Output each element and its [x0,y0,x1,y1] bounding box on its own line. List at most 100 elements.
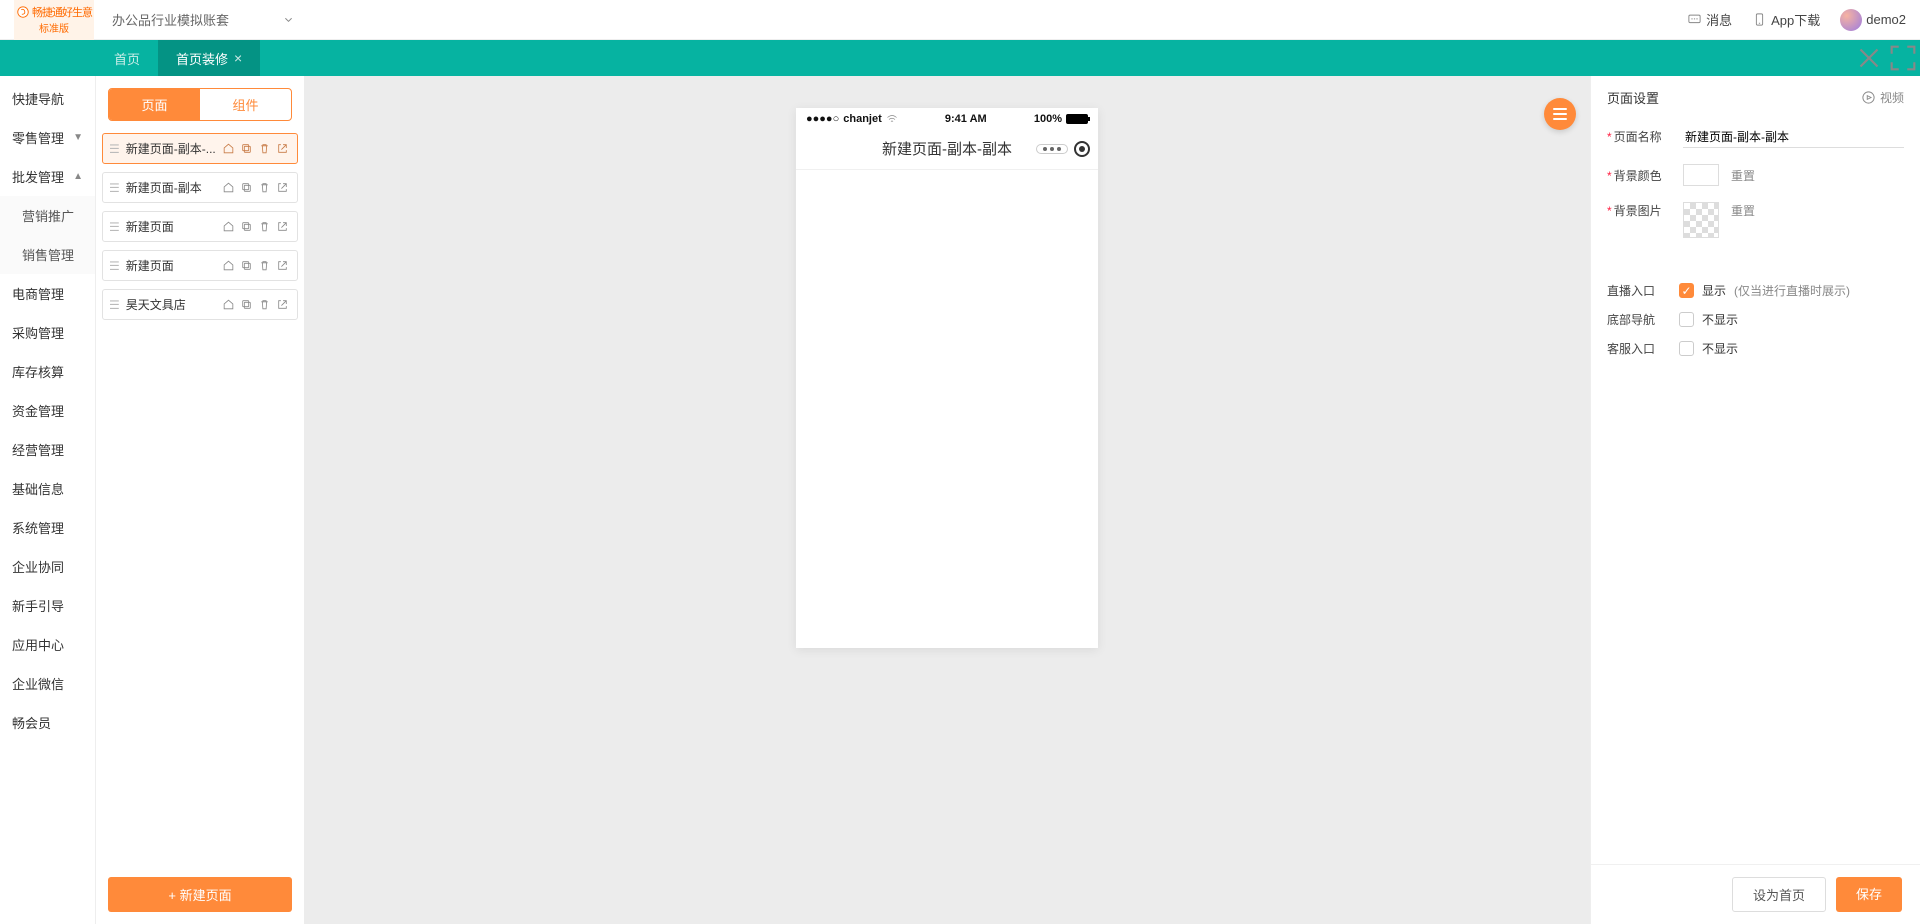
drag-handle-icon[interactable]: ☰ [109,181,120,195]
bgcolor-label: *背景颜色 [1607,167,1671,184]
nav-item[interactable]: 畅会员 [0,703,95,742]
video-link[interactable]: 视频 [1861,89,1904,106]
page-tab-component[interactable]: 组件 [200,89,291,120]
bottomnav-checkbox[interactable] [1679,312,1694,327]
bgimg-label: *背景图片 [1607,202,1671,219]
account-name: 办公品行业模拟账套 [112,10,229,29]
user-menu[interactable]: demo2 [1840,9,1906,31]
nav-item[interactable]: 快捷导航 [0,79,95,118]
new-page-button[interactable]: + 新建页面 [108,877,292,912]
drag-handle-icon[interactable]: ☰ [109,259,120,273]
bgimg-reset[interactable]: 重置 [1731,202,1755,219]
nav-item[interactable]: 销售管理 [0,235,95,274]
page-item-name: 新建页面 [126,218,216,235]
page-name-input[interactable] [1683,125,1904,148]
nav-item[interactable]: 应用中心 [0,625,95,664]
nav-item[interactable]: 经营管理 [0,430,95,469]
drag-handle-icon[interactable]: ☰ [109,220,120,234]
copy-icon[interactable] [240,259,253,272]
page-item-name: 新建页面-副本 [126,179,216,196]
live-label: 直播入口 [1607,282,1671,299]
close-icon[interactable]: × [234,50,242,66]
page-item-name: 新建页面 [126,257,216,274]
wifi-icon [886,113,898,125]
status-time: 9:41 AM [945,113,987,125]
delete-icon[interactable] [258,220,271,233]
copy-icon[interactable] [240,181,253,194]
page-item[interactable]: ☰ 新建页面-副本 [102,172,298,203]
delete-icon[interactable] [258,181,271,194]
nav-item[interactable]: 零售管理▼ [0,118,95,157]
nav-item[interactable]: 采购管理 [0,313,95,352]
signal-icon: ●●●●○ [806,113,839,125]
nav-item[interactable]: 电商管理 [0,274,95,313]
phone-icon [1752,12,1767,27]
copy-icon[interactable] [240,220,253,233]
page-item[interactable]: ☰ 新建页面 [102,211,298,242]
drag-handle-icon[interactable]: ☰ [109,142,120,156]
delete-icon[interactable] [258,298,271,311]
home-icon[interactable] [222,220,235,233]
save-button[interactable]: 保存 [1836,877,1902,912]
nav-item[interactable]: 企业协同 [0,547,95,586]
service-checkbox[interactable] [1679,341,1694,356]
copy-icon[interactable] [240,298,253,311]
logo-sub: 标准版 [39,20,69,35]
delete-icon[interactable] [258,259,271,272]
app-download-link[interactable]: App下载 [1752,10,1820,29]
page-item[interactable]: ☰ 新建页面 [102,250,298,281]
tab-home[interactable]: 首页 [96,40,158,76]
bgimg-picker[interactable] [1683,202,1719,238]
home-icon[interactable] [222,142,235,155]
tab-close-all[interactable] [1852,40,1886,76]
logo-icon [16,5,30,19]
page-tab-page[interactable]: 页面 [109,89,200,120]
nav-item[interactable]: 批发管理▲ [0,157,95,196]
home-icon[interactable] [222,298,235,311]
bgcolor-picker[interactable] [1683,164,1719,186]
nav-item[interactable]: 企业微信 [0,664,95,703]
tab-fullscreen[interactable] [1886,40,1920,76]
page-item-name: 昊天文具店 [126,296,216,313]
external-icon[interactable] [276,298,289,311]
top-links: 消息 App下载 demo2 [1687,9,1906,31]
external-icon[interactable] [276,259,289,272]
chevron-down-icon [281,12,296,27]
canvas-menu-fab[interactable] [1544,98,1576,130]
page-list: ☰新建页面-副本-... ☰ 新建页面-副本 ☰ 新建页面 ☰ 新建页面 ☰ 昊天文具店 [96,133,304,871]
work-area: 页面 组件 ☰新建页面-副本-... ☰ 新建页面-副本 ☰ 新建页面 ☰ 新建页面 … [96,76,1920,924]
set-home-button[interactable]: 设为首页 [1732,877,1826,912]
settings-panel: 页面设置 视频 *页面名称 *背景颜色 重置 *背景图片 重置 直播入口 ✓ 显… [1590,76,1920,924]
battery-icon [1066,114,1088,124]
external-icon[interactable] [276,181,289,194]
page-item[interactable]: ☰ 昊天文具店 [102,289,298,320]
more-icon[interactable] [1036,144,1068,154]
nav-item[interactable]: 库存核算 [0,352,95,391]
page-title: 新建页面-副本-副本 [882,138,1012,159]
bgcolor-reset[interactable]: 重置 [1731,167,1755,184]
live-checkbox[interactable]: ✓ [1679,283,1694,298]
home-icon[interactable] [222,181,235,194]
messages-link[interactable]: 消息 [1687,10,1732,29]
nav-item[interactable]: 资金管理 [0,391,95,430]
drag-handle-icon[interactable]: ☰ [109,298,120,312]
delete-icon[interactable] [258,142,271,155]
target-icon[interactable] [1074,141,1090,157]
tab-decor[interactable]: 首页装修 × [158,40,260,76]
nav-item[interactable]: 系统管理 [0,508,95,547]
message-icon [1687,12,1702,27]
copy-icon[interactable] [240,142,253,155]
service-label: 客服入口 [1607,340,1671,357]
external-icon[interactable] [276,142,289,155]
bottomnav-label: 底部导航 [1607,311,1671,328]
avatar [1840,9,1862,31]
account-select[interactable]: 办公品行业模拟账套 [104,6,304,34]
nav-item[interactable]: 新手引导 [0,586,95,625]
page-title-bar: 新建页面-副本-副本 [796,128,1098,170]
home-icon[interactable] [222,259,235,272]
nav-item[interactable]: 营销推广 [0,196,95,235]
nav-item[interactable]: 基础信息 [0,469,95,508]
external-icon[interactable] [276,220,289,233]
page-item[interactable]: ☰新建页面-副本-... [102,133,298,164]
page-panel: 页面 组件 ☰新建页面-副本-... ☰ 新建页面-副本 ☰ 新建页面 ☰ 新建页面 … [96,76,304,924]
